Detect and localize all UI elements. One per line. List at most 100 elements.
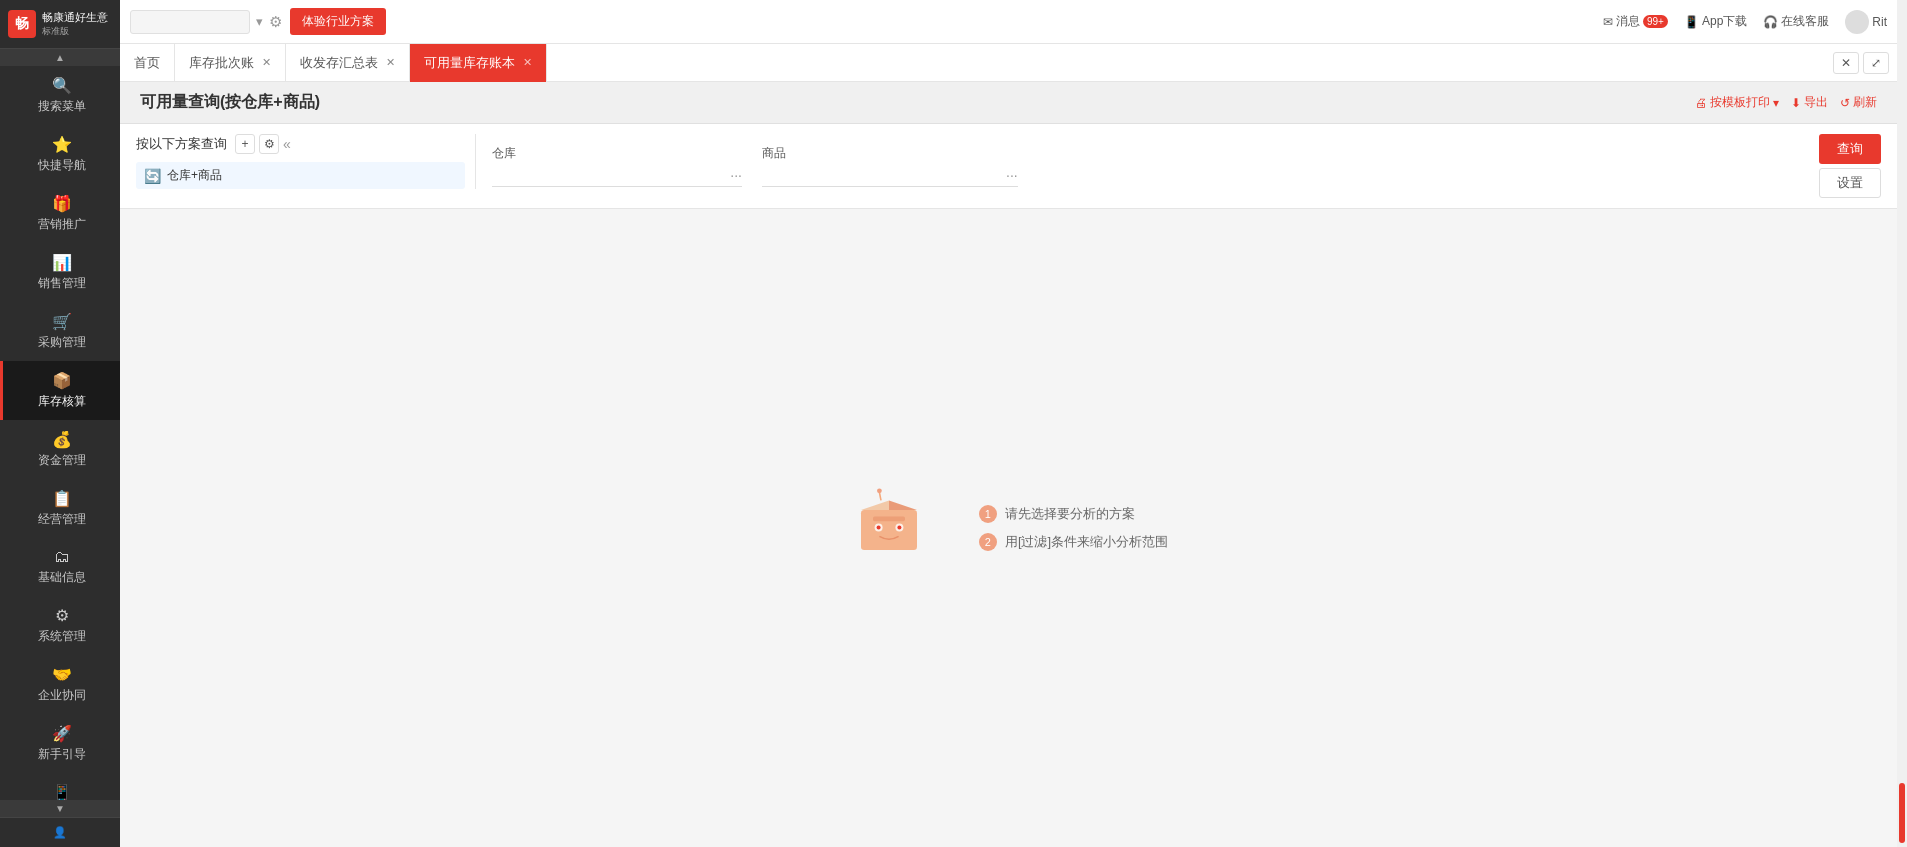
query-top: 按以下方案查询 + ⚙ « 🔄 仓库+商品	[120, 124, 1897, 208]
sidebar-bottom[interactable]: 👤	[0, 817, 120, 847]
search-input[interactable]	[130, 10, 250, 34]
sidebar-item-shortcut[interactable]: ⭐ 快捷导航	[0, 125, 120, 184]
tab-home-label: 首页	[134, 54, 160, 72]
scheme-item-label: 仓库+商品	[167, 167, 222, 184]
sidebar-item-label: 快捷导航	[38, 157, 86, 174]
warehouse-input-wrapper: ···	[492, 164, 742, 187]
headset-icon: 🎧	[1763, 15, 1778, 29]
empty-hints: 1 请先选择要分析的方案 2 用[过滤]条件来缩小分析范围	[979, 505, 1168, 551]
customer-service-button[interactable]: 🎧 在线客服	[1763, 13, 1829, 30]
hint-item-1: 1 请先选择要分析的方案	[979, 505, 1168, 523]
tabs-bar: 首页 库存批次账 ✕ 收发存汇总表 ✕ 可用量库存账本 ✕ ✕ ⤢	[120, 44, 1897, 82]
svg-line-6	[879, 492, 881, 500]
sidebar-item-system[interactable]: ⚙ 系统管理	[0, 596, 120, 655]
query-scheme-header: 按以下方案查询 + ⚙ «	[136, 134, 465, 154]
scrollbar-thumb[interactable]	[1899, 783, 1905, 843]
sidebar-scroll-down[interactable]: ▼	[0, 800, 120, 817]
query-actions: 查询 设置	[1819, 134, 1881, 198]
print-button[interactable]: 🖨 按模板打印 ▾	[1695, 94, 1779, 111]
app-label: App下载	[1702, 13, 1747, 30]
scheme-item-warehouse-goods[interactable]: 🔄 仓库+商品	[136, 162, 465, 189]
hint-text-1: 请先选择要分析的方案	[1005, 505, 1135, 523]
money-icon: 💰	[52, 430, 72, 449]
handshake-icon: 🤝	[52, 665, 72, 684]
phone-icon: 📱	[1684, 15, 1699, 29]
sidebar-item-business[interactable]: 📋 经营管理	[0, 479, 120, 538]
right-scrollbar	[1897, 0, 1907, 847]
message-button[interactable]: ✉ 消息 99+	[1603, 13, 1668, 30]
svg-rect-0	[861, 510, 917, 550]
topbar-right: ✉ 消息 99+ 📱 App下载 🎧 在线客服 Rit	[1603, 10, 1887, 34]
warehouse-input[interactable]	[492, 168, 726, 182]
add-scheme-button[interactable]: +	[235, 134, 255, 154]
settings-icon[interactable]: ⚙	[269, 13, 282, 31]
tabs-actions: ✕ ⤢	[1833, 52, 1897, 74]
settings-scheme-button[interactable]: ⚙	[259, 134, 279, 154]
tab-close-batch-account[interactable]: ✕	[262, 56, 271, 69]
svg-point-7	[877, 488, 882, 493]
sidebar-item-newbie[interactable]: 🚀 新手引导	[0, 714, 120, 773]
tab-batch-account[interactable]: 库存批次账 ✕	[175, 44, 286, 82]
topbar: ▾ ⚙ 体验行业方案 ✉ 消息 99+ 📱 App下载 🎧 在线客服 Rit	[120, 0, 1897, 44]
page-header: 可用量查询(按仓库+商品) 🖨 按模板打印 ▾ ⬇ 导出 ↺ 刷新	[120, 82, 1897, 124]
sidebar-item-inventory[interactable]: 📦 库存核算	[0, 361, 120, 420]
message-badge: 99+	[1643, 15, 1668, 28]
collapse-button[interactable]: «	[283, 136, 291, 152]
sidebar-item-sales[interactable]: 📊 销售管理	[0, 243, 120, 302]
sidebar-bottom-icon: 👤	[53, 826, 67, 839]
tab-available-ledger-label: 可用量库存账本	[424, 54, 515, 72]
avatar	[1845, 10, 1869, 34]
sidebar-scroll-up[interactable]: ▲	[0, 49, 120, 66]
chart-icon: 📊	[52, 253, 72, 272]
user-menu[interactable]: Rit	[1845, 10, 1887, 34]
tab-close-all-button[interactable]: ✕	[1833, 52, 1859, 74]
export-button[interactable]: ⬇ 导出	[1791, 94, 1828, 111]
box-icon: 📦	[52, 371, 72, 390]
refresh-icon: ↺	[1840, 96, 1850, 110]
print-label: 按模板打印	[1710, 94, 1770, 111]
search-icon: 🔍	[52, 76, 72, 95]
sidebar-item-basic[interactable]: 🗂 基础信息	[0, 538, 120, 596]
sidebar-item-enterprise[interactable]: 🤝 企业协同	[0, 655, 120, 714]
query-left: 按以下方案查询 + ⚙ « 🔄 仓库+商品	[136, 134, 476, 189]
warehouse-label: 仓库	[492, 145, 742, 162]
dropdown-icon[interactable]: ▾	[256, 14, 263, 29]
sidebar-item-finance[interactable]: 💰 资金管理	[0, 420, 120, 479]
clipboard-icon: 📋	[52, 489, 72, 508]
goods-input[interactable]	[762, 168, 1002, 182]
refresh-button[interactable]: ↺ 刷新	[1840, 94, 1877, 111]
industry-button[interactable]: 体验行业方案	[290, 8, 386, 35]
tab-close-available-ledger[interactable]: ✕	[523, 56, 532, 69]
warehouse-more-icon[interactable]: ···	[730, 167, 742, 183]
gift-icon: 🎁	[52, 194, 72, 213]
sidebar-item-search[interactable]: 🔍 搜索菜单	[0, 66, 120, 125]
empty-state: 1 请先选择要分析的方案 2 用[过滤]条件来缩小分析范围	[120, 209, 1897, 847]
rocket-icon: 🚀	[52, 724, 72, 743]
empty-state-inner: 1 请先选择要分析的方案 2 用[过滤]条件来缩小分析范围	[849, 478, 1168, 578]
sidebar-item-label: 经营管理	[38, 511, 86, 528]
hint-text-2: 用[过滤]条件来缩小分析范围	[1005, 533, 1168, 551]
svg-point-5	[897, 526, 901, 530]
tab-income-summary-label: 收发存汇总表	[300, 54, 378, 72]
logo-name: 畅康通好生意	[42, 10, 108, 24]
page-header-actions: 🖨 按模板打印 ▾ ⬇ 导出 ↺ 刷新	[1695, 94, 1877, 111]
sidebar-item-purchase[interactable]: 🛒 采购管理	[0, 302, 120, 361]
export-icon: ⬇	[1791, 96, 1801, 110]
settings-button[interactable]: 设置	[1819, 168, 1881, 198]
sidebar-item-appstore[interactable]: 📱 应用中心	[0, 773, 120, 800]
tab-close-income-summary[interactable]: ✕	[386, 56, 395, 69]
tab-available-ledger[interactable]: 可用量库存账本 ✕	[410, 44, 547, 82]
query-fields: 仓库 ··· 商品 ···	[492, 134, 1881, 198]
svg-rect-1	[873, 516, 905, 521]
app-download-button[interactable]: 📱 App下载	[1684, 13, 1747, 30]
gear-icon: ⚙	[55, 606, 69, 625]
tab-home[interactable]: 首页	[120, 44, 175, 82]
sidebar-item-marketing[interactable]: 🎁 营销推广	[0, 184, 120, 243]
query-panel: 按以下方案查询 + ⚙ « 🔄 仓库+商品	[120, 124, 1897, 209]
tab-income-summary[interactable]: 收发存汇总表 ✕	[286, 44, 410, 82]
query-right: 仓库 ··· 商品 ···	[476, 134, 1881, 198]
tab-expand-button[interactable]: ⤢	[1863, 52, 1889, 74]
query-button[interactable]: 查询	[1819, 134, 1881, 164]
goods-more-icon[interactable]: ···	[1006, 167, 1018, 183]
sidebar-item-label: 采购管理	[38, 334, 86, 351]
